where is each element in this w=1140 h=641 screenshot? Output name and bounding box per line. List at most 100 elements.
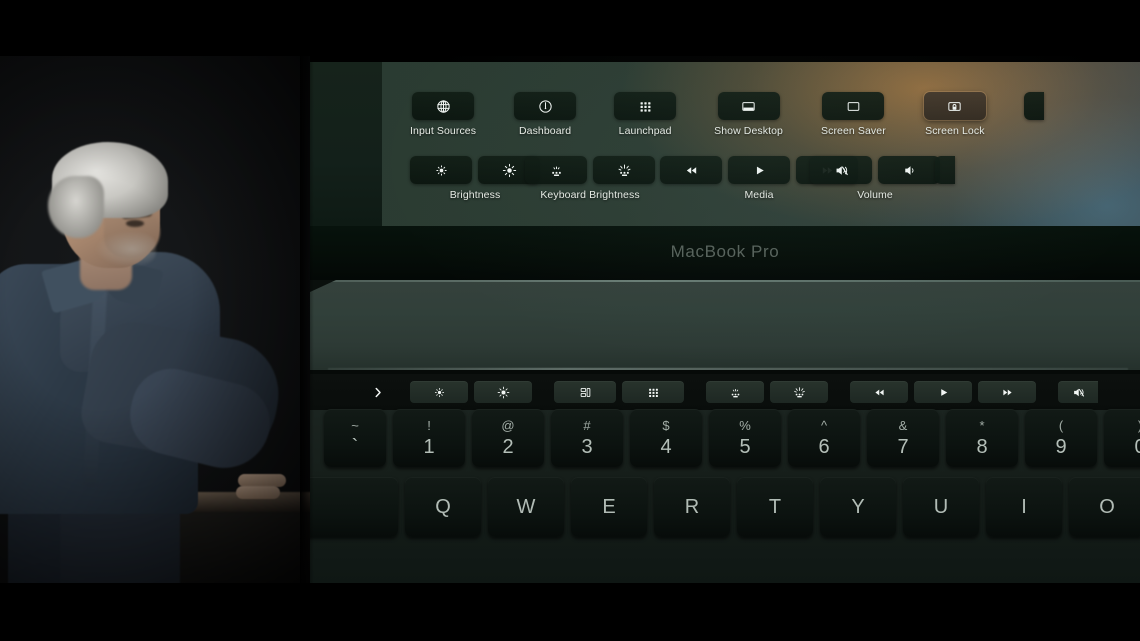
customize-item-buttons <box>923 92 986 120</box>
brightness-down-icon[interactable] <box>410 156 472 184</box>
customize-group-label: Media <box>744 189 774 201</box>
key-shift-label: ^ <box>820 418 828 433</box>
key-4[interactable]: $4 <box>630 409 702 467</box>
touchbar-keyboard-brightness-down-icon[interactable] <box>706 381 764 403</box>
touchbar-play-icon[interactable] <box>914 381 972 403</box>
key-primary-label: 0 <box>1134 437 1140 457</box>
customize-item-label: Dashboard <box>518 125 572 137</box>
customize-item-buttons <box>717 92 780 120</box>
customize-item-label: Launchpad <box>618 125 672 137</box>
globe-icon[interactable] <box>412 92 475 120</box>
key-backtick[interactable]: ~ ` <box>324 409 386 467</box>
key-primary-label: I <box>1021 496 1027 518</box>
key-r[interactable]: R <box>654 477 730 537</box>
touchbar-rewind-icon[interactable] <box>850 381 908 403</box>
customize-item-dashboard[interactable]: Dashboard <box>514 92 577 137</box>
customize-item-buttons <box>412 92 475 120</box>
key-y[interactable]: Y <box>820 477 896 537</box>
customize-row-single-items: Input Sources Dashboard Launchpad Show Desk… <box>410 92 1044 137</box>
launchpad-grid-icon[interactable] <box>614 92 677 120</box>
screen-lock-icon[interactable] <box>923 92 986 120</box>
keyboard-brightness-down-icon[interactable] <box>525 156 587 184</box>
keyboard-letter-row: QWERTYUIO <box>310 477 1140 537</box>
touchbar-chevron-right-icon[interactable] <box>362 381 392 403</box>
play-icon[interactable] <box>728 156 790 184</box>
mute-icon[interactable] <box>810 156 872 184</box>
key-primary-label: W <box>516 496 536 518</box>
key-shift-label: $ <box>662 418 670 433</box>
customize-item-screen-lock[interactable]: Screen Lock <box>923 92 986 137</box>
key-6[interactable]: ^ 6 <box>788 409 860 467</box>
touchbar-fast-forward-icon[interactable] <box>978 381 1036 403</box>
key-tab[interactable] <box>310 477 398 537</box>
customize-group-label: Keyboard Brightness <box>540 189 640 201</box>
key-primary-label: 6 <box>818 436 830 458</box>
deck-top-highlight <box>310 280 1140 282</box>
laptop-deck <box>310 280 1140 372</box>
key-primary-label: Y <box>851 496 865 518</box>
key-1[interactable]: ! 1 <box>393 409 465 467</box>
touchbar-keyboard-brightness-up-icon[interactable] <box>770 381 828 403</box>
key-primary-label: 1 <box>423 436 435 458</box>
key-0[interactable]: )0 <box>1104 409 1140 467</box>
key-9[interactable]: (9 <box>1025 409 1097 467</box>
keyboard-number-row: ~`!1@2#3$4%5^6&7*8(9)0 <box>324 409 1140 467</box>
touchbar-brightness-up-icon[interactable] <box>474 381 532 403</box>
key-t[interactable]: T <box>737 477 813 537</box>
customize-item-show-desktop[interactable]: Show Desktop <box>714 92 783 137</box>
key-7[interactable]: & 7 <box>867 409 939 467</box>
touchbar-mute-icon[interactable] <box>1058 381 1098 403</box>
key-shift-label: @ <box>501 418 515 433</box>
customize-item-buttons <box>514 92 577 120</box>
customize-item-launchpad[interactable]: Launchpad <box>614 92 677 137</box>
touch-bar[interactable] <box>310 374 1140 410</box>
key-shift-label: ( <box>1058 418 1064 433</box>
show-desktop-icon[interactable] <box>717 92 780 120</box>
key-primary-label: 5 <box>739 436 751 458</box>
touchbar-mission-control-icon[interactable] <box>554 381 616 403</box>
keyboard-brightness-up-icon[interactable] <box>593 156 655 184</box>
customize-group-buttons <box>810 156 940 184</box>
customize-group-label: Volume <box>857 189 893 201</box>
touchbar-brightness-down-icon[interactable] <box>410 381 468 403</box>
key-primary-label: Q <box>435 496 451 518</box>
key-2[interactable]: @2 <box>472 409 544 467</box>
key-primary-label: T <box>768 496 782 518</box>
volume-up-icon[interactable] <box>878 156 940 184</box>
key-shift-label: ~ <box>351 418 359 433</box>
customize-item-input-sources[interactable]: Input Sources <box>410 92 476 137</box>
screen-saver-icon[interactable] <box>822 92 885 120</box>
letterbox-bottom <box>0 583 1140 641</box>
key-8[interactable]: * 8 <box>946 409 1018 467</box>
rewind-icon[interactable] <box>660 156 722 184</box>
key-primary-label: ` <box>351 436 359 458</box>
presenter-finger <box>236 486 280 499</box>
key-primary-label: E <box>602 496 616 518</box>
key-primary-label: U <box>933 496 949 518</box>
dashboard-gauge-icon[interactable] <box>514 92 577 120</box>
key-u[interactable]: U <box>903 477 979 537</box>
key-o[interactable]: O <box>1069 477 1140 537</box>
customize-item-label: Input Sources <box>410 125 477 137</box>
presenter-eye <box>126 220 144 227</box>
keynote-screenshot: Input Sources Dashboard Launchpad Show Desk… <box>0 0 1140 641</box>
partial-tile[interactable] <box>1023 92 1044 120</box>
key-3[interactable]: #3 <box>551 409 623 467</box>
key-primary-label: R <box>684 496 700 518</box>
customize-item-label: Screen Saver <box>821 125 886 137</box>
touchbar-launchpad-grid-icon[interactable] <box>622 381 684 403</box>
customize-group-buttons <box>525 156 655 184</box>
key-q[interactable]: Q <box>405 477 481 537</box>
key-i[interactable]: I <box>986 477 1062 537</box>
customize-item-partial[interactable] <box>1023 92 1044 120</box>
customize-item-buttons <box>614 92 677 120</box>
partial-tile[interactable] <box>935 156 955 184</box>
key-w[interactable]: W <box>488 477 564 537</box>
presenter-stubble <box>96 231 156 267</box>
key-primary-label: 3 <box>581 436 593 458</box>
panel-left-gutter <box>310 62 382 226</box>
key-5[interactable]: % 5 <box>709 409 781 467</box>
customize-item-screen-saver[interactable]: Screen Saver <box>821 92 886 137</box>
key-e[interactable]: E <box>571 477 647 537</box>
customize-item-label: Screen Lock <box>925 125 985 137</box>
